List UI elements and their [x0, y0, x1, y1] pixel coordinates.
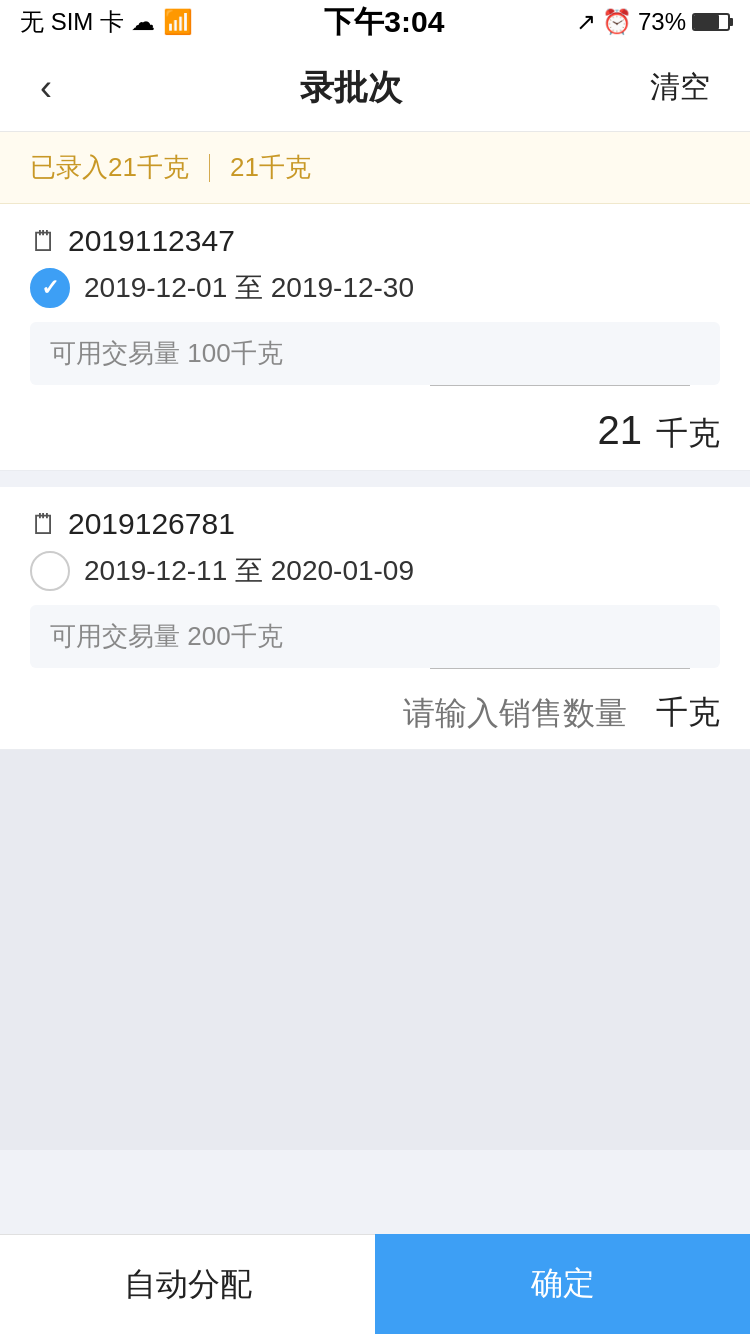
- status-left: 无 SIM 卡 ☁ 📶: [20, 6, 193, 38]
- batch-header-2: 🗒 2019126781: [30, 507, 720, 541]
- doc-icon-1: 🗒: [30, 225, 58, 258]
- status-bar: 无 SIM 卡 ☁ 📶 下午3:04 ↗ ⏰ 73%: [0, 0, 750, 44]
- alarm-icon: ⏰: [602, 8, 632, 36]
- batch-id-2: 2019126781: [68, 507, 235, 541]
- status-right: ↗ ⏰ 73%: [576, 8, 730, 36]
- gray-area: [0, 750, 750, 1150]
- bottom-actions: 自动分配 确定: [0, 1234, 750, 1334]
- batch-info-box-2: 可用交易量 200千克: [30, 605, 720, 668]
- amount-underline-2: [430, 668, 690, 669]
- status-time: 下午3:04: [324, 2, 444, 43]
- summary-value: 21千克: [230, 150, 311, 185]
- confirm-button[interactable]: 确定: [375, 1234, 750, 1334]
- nav-bar: ‹ 录批次 清空: [0, 44, 750, 132]
- summary-banner: 已录入21千克 21千克: [0, 132, 750, 204]
- wifi-icon: 📶: [163, 8, 193, 36]
- auto-distribute-button[interactable]: 自动分配: [0, 1234, 375, 1334]
- page-title: 录批次: [300, 65, 402, 111]
- batch-info-box-1: 可用交易量 100千克: [30, 322, 720, 385]
- amount-unit-1: 千克: [656, 412, 720, 456]
- input-row-2: 千克: [0, 673, 750, 750]
- batch-available-1: 可用交易量 100千克: [50, 338, 283, 368]
- battery-percent: 73%: [638, 8, 686, 36]
- batch-header-1: 🗒 2019112347: [30, 224, 720, 258]
- summary-divider: [209, 154, 210, 182]
- batch-date-2: 2019-12-11 至 2020-01-09: [84, 552, 414, 590]
- batch-card-1: 🗒 2019112347 2019-12-01 至 2019-12-30 可用交…: [0, 204, 750, 471]
- amount-row-1: 21 千克: [0, 390, 750, 471]
- clear-button[interactable]: 清空: [640, 57, 720, 118]
- batch-item-1: 🗒 2019112347 2019-12-01 至 2019-12-30 可用交…: [0, 204, 750, 385]
- radio-btn-2[interactable]: [30, 551, 70, 591]
- qty-input-2[interactable]: [241, 695, 642, 732]
- doc-icon-2: 🗒: [30, 508, 58, 541]
- radio-btn-1[interactable]: [30, 268, 70, 308]
- battery-icon: [692, 13, 730, 31]
- batch-date-row-1: 2019-12-01 至 2019-12-30: [30, 268, 720, 308]
- amount-number-1: 21: [598, 408, 643, 453]
- summary-label: 已录入21千克: [30, 150, 189, 185]
- batch-available-2: 可用交易量 200千克: [50, 621, 283, 651]
- section-gap: [0, 471, 750, 487]
- amount-underline-1: [430, 385, 690, 386]
- location-icon: ↗: [576, 8, 596, 36]
- batch-card-2: 🗒 2019126781 2019-12-11 至 2020-01-09 可用交…: [0, 487, 750, 750]
- batch-id-1: 2019112347: [68, 224, 235, 258]
- sim-label: 无 SIM 卡 ☁: [20, 6, 155, 38]
- batch-date-1: 2019-12-01 至 2019-12-30: [84, 269, 414, 307]
- qty-unit-2: 千克: [656, 691, 720, 735]
- back-button[interactable]: ‹: [30, 57, 62, 119]
- batch-date-row-2: 2019-12-11 至 2020-01-09: [30, 551, 720, 591]
- batch-item-2: 🗒 2019126781 2019-12-11 至 2020-01-09 可用交…: [0, 487, 750, 668]
